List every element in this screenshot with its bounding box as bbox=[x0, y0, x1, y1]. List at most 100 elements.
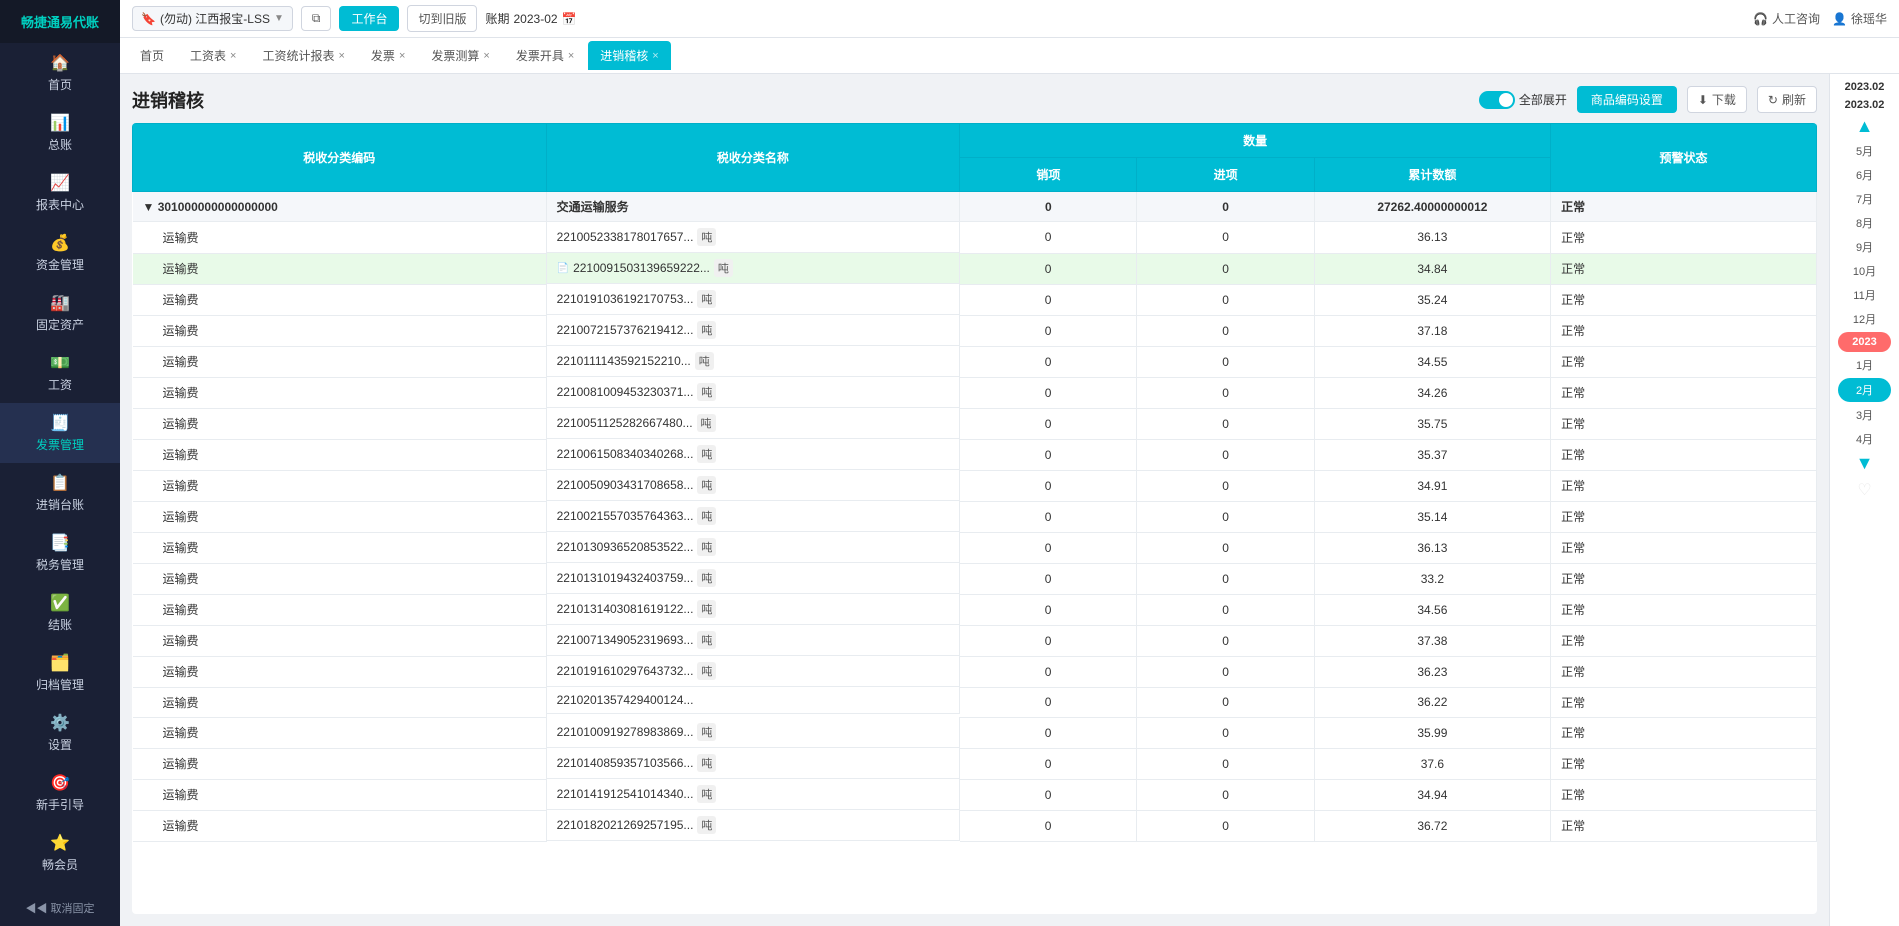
sidebar-item-tax[interactable]: 📑 税务管理 bbox=[0, 523, 120, 583]
download-button[interactable]: ⬇ 下载 bbox=[1687, 86, 1747, 113]
invoice-icon: 🧾 bbox=[50, 413, 70, 433]
cal-month-10[interactable]: 10月 bbox=[1830, 259, 1899, 283]
row-name: 运输费 bbox=[133, 439, 547, 470]
cal-month-12[interactable]: 12月 bbox=[1830, 307, 1899, 331]
row-purchase: 0 bbox=[1137, 563, 1314, 594]
row-purchase: 0 bbox=[1137, 408, 1314, 439]
cal-month-5[interactable]: 5月 bbox=[1830, 139, 1899, 163]
table-row[interactable]: 运输费 2210021557035764363...吨 0 0 35.14 正常 bbox=[133, 501, 1817, 532]
cal-month-7[interactable]: 7月 bbox=[1830, 187, 1899, 211]
cal-month-11[interactable]: 11月 bbox=[1830, 283, 1899, 307]
row-name: 运输费 bbox=[133, 222, 547, 254]
data-table-container[interactable]: 税收分类编码 税收分类名称 数量 预警状态 销项 进项 累计数额 ▼ 30100 bbox=[132, 123, 1817, 914]
table-row[interactable]: 运输费 2210140859357103566...吨 0 0 37.6 正常 bbox=[133, 748, 1817, 779]
sidebar-item-home[interactable]: 🏠 首页 bbox=[0, 43, 120, 103]
table-row[interactable]: 运输费 2210052338178017657...吨 0 0 36.13 正常 bbox=[133, 222, 1817, 254]
table-row[interactable]: 运输费 2210141912541014340...吨 0 0 34.94 正常 bbox=[133, 779, 1817, 810]
user-menu[interactable]: 👤 徐瑶华 bbox=[1832, 10, 1887, 27]
table-row[interactable]: 运输费 2210111143592152210...吨 0 0 34.55 正常 bbox=[133, 346, 1817, 377]
cal-month-4[interactable]: 4月 bbox=[1830, 427, 1899, 451]
pin-toggle[interactable]: ◀◀ 取消固定 bbox=[0, 890, 120, 926]
cal-month-6[interactable]: 6月 bbox=[1830, 163, 1899, 187]
sidebar-item-assets[interactable]: 🏭 固定资产 bbox=[0, 283, 120, 343]
tab-home[interactable]: 首页 bbox=[128, 41, 176, 70]
table-row[interactable]: 运输费 2210100919278983869...吨 0 0 35.99 正常 bbox=[133, 717, 1817, 748]
cal-month-9[interactable]: 9月 bbox=[1830, 235, 1899, 259]
row-sales: 0 bbox=[960, 687, 1137, 717]
row-code: 2210191036192170753...吨 bbox=[547, 284, 960, 315]
sidebar-item-invoice[interactable]: 🧾 发票管理 bbox=[0, 403, 120, 463]
close-invoice-tab[interactable]: × bbox=[399, 50, 405, 62]
col-cumulative: 累计数额 bbox=[1314, 158, 1550, 192]
close-invoice-calc-tab[interactable]: × bbox=[483, 50, 489, 62]
sidebar-item-reports[interactable]: 📈 报表中心 bbox=[0, 163, 120, 223]
company-selector[interactable]: 🔖 (勿动) 江西报宝-LSS ▼ bbox=[132, 6, 293, 31]
cal-month-2-active[interactable]: 2月 bbox=[1838, 378, 1891, 402]
table-row[interactable]: 运输费 2210130936520853522...吨 0 0 36.13 正常 bbox=[133, 532, 1817, 563]
close-invoice-open-tab[interactable]: × bbox=[568, 50, 574, 62]
close-salary-stats-tab[interactable]: × bbox=[338, 50, 344, 62]
tab-invoice-calc[interactable]: 发票测算 × bbox=[419, 41, 501, 70]
tab-salary-stats[interactable]: 工资统计报表 × bbox=[250, 41, 356, 70]
table-row[interactable]: 运输费 2210131019432403759...吨 0 0 33.2 正常 bbox=[133, 563, 1817, 594]
tab-reconcile[interactable]: 进销稽核 × bbox=[588, 41, 670, 70]
close-reconcile-tab[interactable]: × bbox=[652, 50, 658, 62]
sidebar-item-archive[interactable]: 🗂️ 归档管理 bbox=[0, 643, 120, 703]
workspace-button[interactable]: 工作台 bbox=[339, 6, 399, 31]
table-row[interactable]: 运输费 2210131403081619122...吨 0 0 34.56 正常 bbox=[133, 594, 1817, 625]
copy-button[interactable]: ⧉ bbox=[301, 6, 332, 31]
sidebar-item-member[interactable]: ⭐ 畅会员 bbox=[0, 823, 120, 883]
table-row[interactable]: 运输费 2210072157376219412...吨 0 0 37.18 正常 bbox=[133, 315, 1817, 346]
table-row[interactable]: 运输费 2210061508340340268...吨 0 0 35.37 正常 bbox=[133, 439, 1817, 470]
sidebar-item-settlement[interactable]: ✅ 结账 bbox=[0, 583, 120, 643]
switch-version-button[interactable]: 切到旧版 bbox=[407, 5, 477, 32]
sidebar-item-settings[interactable]: ⚙️ 设置 bbox=[0, 703, 120, 763]
service-link[interactable]: 🎧 人工咨询 bbox=[1753, 10, 1820, 27]
close-salary-tab[interactable]: × bbox=[230, 50, 236, 62]
table-row[interactable]: 运输费 2210051125282667480...吨 0 0 35.75 正常 bbox=[133, 408, 1817, 439]
row-name: 运输费 bbox=[133, 717, 547, 748]
row-code: 2210100919278983869...吨 bbox=[547, 717, 960, 748]
tab-invoice[interactable]: 发票 × bbox=[359, 41, 417, 70]
cal-month-3[interactable]: 3月 bbox=[1830, 403, 1899, 427]
cal-current-year[interactable]: 2023 bbox=[1838, 332, 1891, 352]
table-row[interactable]: 运输费 2210050903431708658...吨 0 0 34.91 正常 bbox=[133, 470, 1817, 501]
sidebar-item-guide[interactable]: 🎯 新手引导 bbox=[0, 763, 120, 823]
cal-down-arrow[interactable]: ▼ bbox=[1854, 451, 1876, 476]
row-cumulative: 37.38 bbox=[1314, 625, 1550, 656]
sidebar-item-sales[interactable]: 📋 进销台账 bbox=[0, 463, 120, 523]
table-row[interactable]: 运输费 📄2210091503139659222...吨 0 0 34.84 正… bbox=[133, 253, 1817, 284]
row-name: 运输费 bbox=[133, 656, 547, 687]
expand-toggle-container[interactable]: 全部展开 bbox=[1479, 91, 1567, 109]
sidebar-item-funds[interactable]: 💰 资金管理 bbox=[0, 223, 120, 283]
table-row[interactable]: 运输费 2210071349052319693...吨 0 0 37.38 正常 bbox=[133, 625, 1817, 656]
row-sales: 0 bbox=[960, 253, 1137, 284]
sidebar-item-salary[interactable]: 💵 工资 bbox=[0, 343, 120, 403]
expand-toggle-switch[interactable] bbox=[1479, 91, 1515, 109]
row-status: 正常 bbox=[1551, 532, 1817, 563]
row-status: 正常 bbox=[1551, 315, 1817, 346]
row-sales: 0 bbox=[960, 625, 1137, 656]
row-code: 2210071349052319693...吨 bbox=[547, 625, 960, 656]
table-row[interactable]: 运输费 2210191036192170753...吨 0 0 35.24 正常 bbox=[133, 284, 1817, 315]
tab-salary[interactable]: 工资表 × bbox=[178, 41, 248, 70]
table-row[interactable]: 运输费 2210182021269257195...吨 0 0 36.72 正常 bbox=[133, 810, 1817, 841]
table-row[interactable]: 运输费 2210081009453230371...吨 0 0 34.26 正常 bbox=[133, 377, 1817, 408]
row-purchase: 0 bbox=[1137, 532, 1314, 563]
cal-up-arrow[interactable]: ▲ bbox=[1854, 114, 1876, 139]
topbar: 🔖 (勿动) 江西报宝-LSS ▼ ⧉ 工作台 切到旧版 账期 2023-02 … bbox=[120, 0, 1899, 38]
cal-month-8[interactable]: 8月 bbox=[1830, 211, 1899, 235]
table-row[interactable]: 运输费 2210191610297643732...吨 0 0 36.23 正常 bbox=[133, 656, 1817, 687]
row-cumulative: 36.23 bbox=[1314, 656, 1550, 687]
sidebar-item-ledger[interactable]: 📊 总账 bbox=[0, 103, 120, 163]
refresh-button[interactable]: ↻ 刷新 bbox=[1757, 86, 1817, 113]
settings-button[interactable]: 商品编码设置 bbox=[1577, 86, 1677, 113]
group-status: 正常 bbox=[1551, 192, 1817, 222]
cal-month-1[interactable]: 1月 bbox=[1830, 353, 1899, 377]
row-status: 正常 bbox=[1551, 284, 1817, 315]
table-row[interactable]: 运输费 2210201357429400124... 0 0 36.22 正常 bbox=[133, 687, 1817, 717]
calendar-icon[interactable]: 📅 bbox=[562, 12, 577, 26]
tab-invoice-open[interactable]: 发票开具 × bbox=[504, 41, 586, 70]
row-purchase: 0 bbox=[1137, 470, 1314, 501]
sidebar: 畅捷通易代账 🏠 首页 📊 总账 📈 报表中心 💰 资金管理 🏭 固定资产 💵 … bbox=[0, 0, 120, 926]
